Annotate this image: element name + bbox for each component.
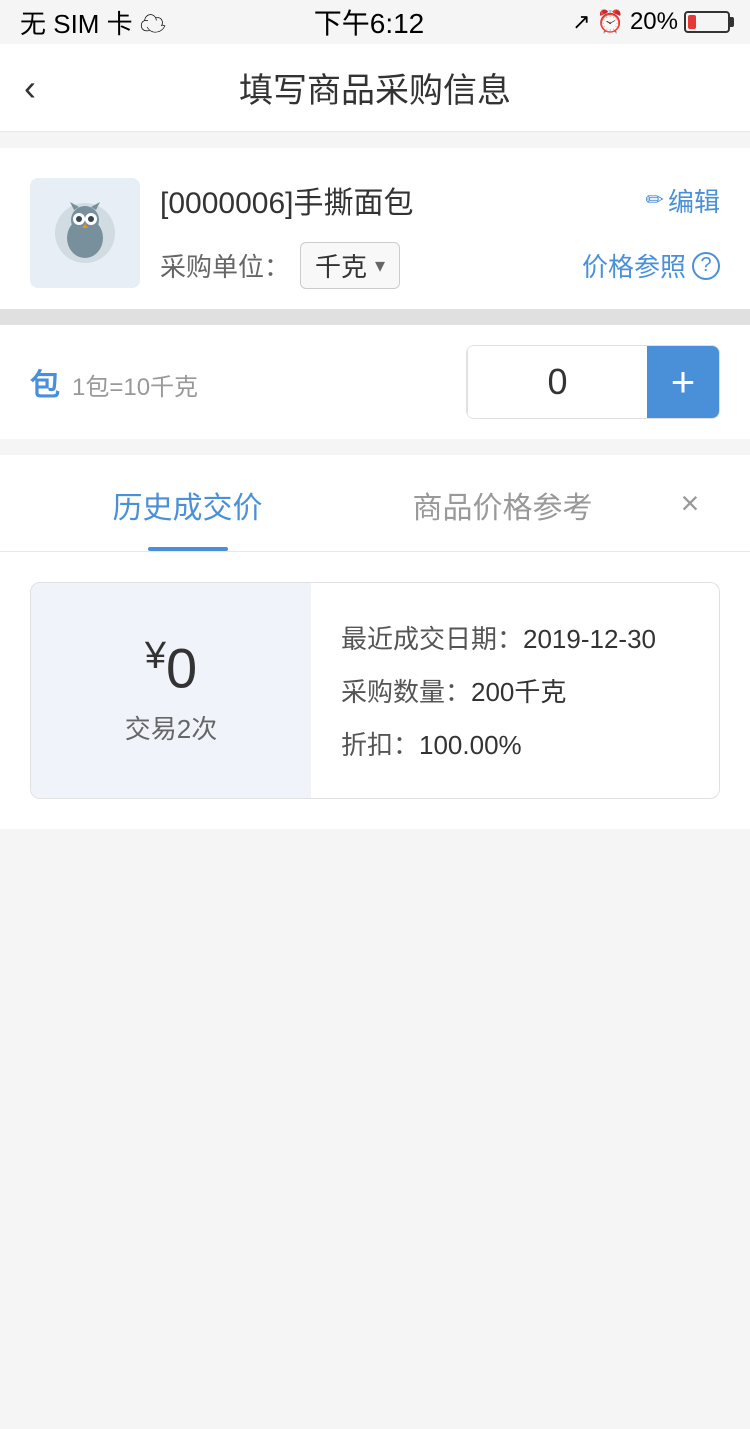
- price-ref-info-icon: ?: [692, 252, 720, 280]
- tabs-section: 历史成交价 商品价格参考 × ¥0 交易2次 最近成交日期：2019-12-30…: [0, 455, 750, 829]
- card-price: ¥0: [145, 635, 197, 701]
- edit-icon: ✏: [646, 187, 664, 213]
- product-name: [0000006]手撕面包: [160, 178, 413, 222]
- battery-pct: 20%: [630, 8, 678, 36]
- edit-button[interactable]: ✏ 编辑: [646, 182, 720, 219]
- trade-count: 交易2次: [125, 709, 217, 746]
- quantity-plus-button[interactable]: +: [647, 346, 719, 418]
- unit-value: 千克: [315, 247, 367, 284]
- status-bar: 无 SIM 卡 ☁ 下午6:12 ↗ ⏰ 20%: [0, 0, 750, 44]
- location-icon: ↗: [572, 9, 590, 35]
- section-divider: [0, 309, 750, 325]
- quantity-section: 包 1包=10千克 +: [0, 325, 750, 439]
- battery-indicator: [684, 11, 730, 33]
- detail-discount-label: 折扣：: [341, 730, 419, 760]
- detail-discount-value: 100.00%: [419, 730, 522, 760]
- quantity-control: +: [466, 345, 720, 419]
- unit-select[interactable]: 千克 ▾: [300, 242, 400, 289]
- price-value: 0: [166, 637, 197, 700]
- page-title: 填写商品采购信息: [239, 63, 511, 112]
- history-card: ¥0 交易2次 最近成交日期：2019-12-30 采购数量：200千克 折扣：…: [30, 582, 720, 799]
- unit-dropdown-arrow: ▾: [375, 253, 385, 278]
- product-section: [0000006]手撕面包 ✏ 编辑 采购单位： 千克 ▾ 价格参照 ?: [0, 148, 750, 309]
- card-price-section: ¥0 交易2次: [31, 583, 311, 798]
- status-right: ↗ ⏰ 20%: [572, 8, 730, 36]
- tab-price-ref-label: 商品价格参考: [413, 492, 593, 525]
- product-name-row: [0000006]手撕面包 ✏ 编辑: [160, 178, 720, 222]
- product-info: [0000006]手撕面包 ✏ 编辑 采购单位： 千克 ▾ 价格参照 ?: [160, 178, 720, 289]
- page-header: ‹ 填写商品采购信息: [0, 44, 750, 132]
- status-time: 下午6:12: [314, 2, 425, 42]
- battery-fill: [688, 15, 696, 29]
- tab-close-button[interactable]: ×: [660, 473, 720, 533]
- quantity-unit-sub: 1包=10千克: [72, 367, 198, 402]
- edit-label: 编辑: [668, 182, 720, 219]
- tab-active-indicator: [148, 547, 228, 551]
- unit-label: 采购单位：: [160, 247, 290, 284]
- detail-date-value: 2019-12-30: [523, 624, 656, 654]
- detail-row-date: 最近成交日期：2019-12-30: [341, 619, 689, 656]
- product-row: [0000006]手撕面包 ✏ 编辑 采购单位： 千克 ▾ 价格参照 ?: [30, 178, 720, 289]
- tab-history-price[interactable]: 历史成交价: [30, 455, 345, 551]
- product-title: 手撕面包: [293, 187, 413, 220]
- status-left: 无 SIM 卡 ☁: [20, 4, 166, 41]
- quantity-unit-main: 包: [30, 360, 60, 404]
- detail-qty-value: 200千克: [471, 677, 566, 707]
- quantity-unit-info: 包 1包=10千克: [30, 360, 198, 404]
- back-button[interactable]: ‹: [24, 67, 36, 109]
- tabs-header: 历史成交价 商品价格参考 ×: [0, 455, 750, 552]
- clock-icon: ⏰: [597, 9, 624, 35]
- unit-row: 采购单位： 千克 ▾ 价格参照 ?: [160, 242, 720, 289]
- detail-qty-label: 采购数量：: [341, 677, 471, 707]
- price-ref-label: 价格参照: [582, 247, 686, 284]
- tab-history-label: 历史成交价: [113, 492, 263, 525]
- product-thumbnail: [30, 178, 140, 288]
- detail-date-label: 最近成交日期：: [341, 624, 523, 654]
- page-bottom: [0, 829, 750, 1429]
- price-ref-button[interactable]: 价格参照 ?: [582, 247, 720, 284]
- quantity-input[interactable]: [467, 346, 647, 418]
- tab-price-ref[interactable]: 商品价格参考: [345, 455, 660, 551]
- tab-content-history: ¥0 交易2次 最近成交日期：2019-12-30 采购数量：200千克 折扣：…: [0, 552, 750, 829]
- sim-label: 无 SIM 卡 ☁: [20, 4, 166, 41]
- currency-symbol: ¥: [145, 635, 166, 677]
- card-detail-section: 最近成交日期：2019-12-30 采购数量：200千克 折扣：100.00%: [311, 583, 719, 798]
- detail-row-qty: 采购数量：200千克: [341, 672, 689, 709]
- product-thumb-icon: [50, 198, 120, 268]
- detail-row-discount: 折扣：100.00%: [341, 725, 689, 762]
- product-id: [0000006]: [160, 187, 293, 220]
